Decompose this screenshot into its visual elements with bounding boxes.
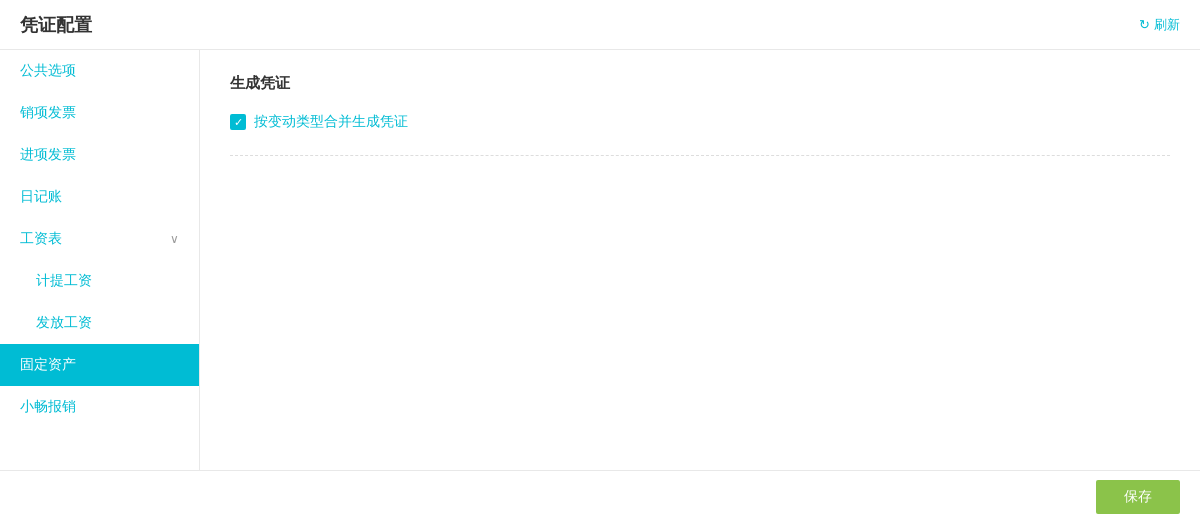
sidebar-item-label: 小畅报销 [20,398,76,416]
sidebar-item-purchase-invoice[interactable]: 进项发票 [0,134,199,176]
section-title: 生成凭证 [230,74,1170,93]
main-content: 生成凭证 ✓ 按变动类型合并生成凭证 [200,50,1200,470]
sidebar: 公共选项销项发票进项发票日记账工资表 ∨ 计提工资发放工资固定资产小畅报销 [0,50,200,470]
sidebar-item-fixed-assets[interactable]: 固定资产 [0,344,199,386]
sidebar-item-payroll-table[interactable]: 工资表 ∨ [0,218,199,260]
checkmark-icon: ✓ [234,117,243,128]
sidebar-item-sales-invoice[interactable]: 销项发票 [0,92,199,134]
sidebar-item-journal[interactable]: 日记账 [0,176,199,218]
sidebar-item-label: 日记账 [20,188,62,206]
sidebar-item-payroll-dist[interactable]: 发放工资 [0,302,199,344]
header: 凭证配置 ↻ 刷新 [0,0,1200,50]
page-wrapper: 凭证配置 ↻ 刷新 公共选项销项发票进项发票日记账工资表 ∨ 计提工资发放工资固定资… [0,0,1200,522]
refresh-label: 刷新 [1154,16,1180,34]
sidebar-item-label: 工资表 [20,230,62,248]
sidebar-item-public-options[interactable]: 公共选项 [0,50,199,92]
sidebar-item-label: 计提工资 [36,272,92,290]
footer: 保存 [0,470,1200,522]
save-button[interactable]: 保存 [1096,480,1180,514]
refresh-icon: ↻ [1139,17,1150,32]
chevron-down-icon: ∨ [170,232,179,246]
sidebar-item-label: 销项发票 [20,104,76,122]
body: 公共选项销项发票进项发票日记账工资表 ∨ 计提工资发放工资固定资产小畅报销 生成凭证… [0,50,1200,470]
merge-by-type-checkbox[interactable]: ✓ [230,114,246,130]
sidebar-item-label: 发放工资 [36,314,92,332]
divider [230,155,1170,156]
page-title: 凭证配置 [20,13,92,37]
refresh-button[interactable]: ↻ 刷新 [1139,16,1180,34]
sidebar-item-label: 固定资产 [20,356,76,374]
checkbox-row: ✓ 按变动类型合并生成凭证 [230,113,1170,131]
sidebar-item-expense-reimbursement[interactable]: 小畅报销 [0,386,199,428]
sidebar-item-label: 公共选项 [20,62,76,80]
merge-by-type-label[interactable]: 按变动类型合并生成凭证 [254,113,408,131]
sidebar-item-payroll-calc[interactable]: 计提工资 [0,260,199,302]
sidebar-item-label: 进项发票 [20,146,76,164]
